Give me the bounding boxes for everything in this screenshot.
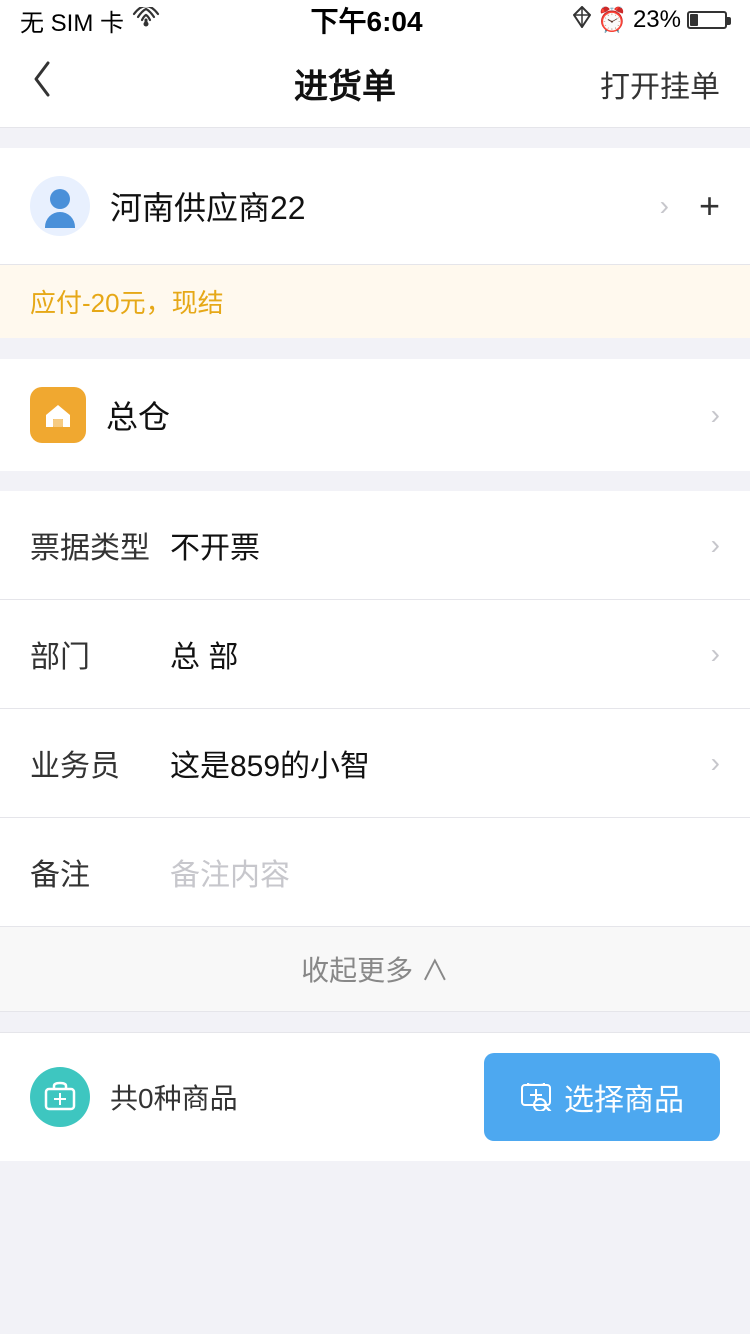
supplier-row[interactable]: 河南供应商22 › + [0, 148, 750, 265]
section-divider-2 [0, 339, 750, 359]
status-time: 下午6:04 [311, 0, 423, 40]
product-icon-wrap [30, 1067, 90, 1127]
bottom-bar: 共0种商品 选择商品 [0, 1032, 750, 1161]
location-icon [573, 6, 591, 35]
battery-percent: 23% [633, 6, 681, 34]
carrier-label: 无 SIM 卡 [20, 3, 124, 38]
avatar-person-icon [43, 189, 77, 223]
collapse-bar[interactable]: 收起更多 ∧ [0, 926, 750, 1012]
remark-label: 备注 [30, 850, 150, 894]
wifi-icon [132, 6, 160, 34]
page-title: 进货单 [294, 59, 396, 108]
nav-bar: 进货单 打开挂单 [0, 40, 750, 128]
select-product-button[interactable]: 选择商品 [484, 1053, 720, 1141]
status-bar: 无 SIM 卡 下午6:04 ⏰ 23% [0, 0, 750, 40]
section-divider-4 [0, 1012, 750, 1032]
collapse-label: 收起更多 ∧ [301, 955, 449, 986]
remark-row[interactable]: 备注 备注内容 [0, 818, 750, 926]
salesperson-chevron-icon: › [711, 747, 720, 779]
warehouse-icon [30, 387, 86, 443]
invoice-type-label: 票据类型 [30, 523, 150, 567]
battery-icon [687, 11, 730, 29]
open-pending-button[interactable]: 打开挂单 [600, 62, 720, 106]
warehouse-name: 总仓 [106, 392, 711, 438]
invoice-type-value: 不开票 [150, 523, 711, 567]
supplier-chevron-icon: › [660, 190, 669, 222]
department-chevron-icon: › [711, 638, 720, 670]
add-supplier-button[interactable]: + [699, 185, 720, 227]
product-count-label: 共0种商品 [110, 1077, 464, 1117]
form-section: 票据类型 不开票 › 部门 总 部 › 业务员 这是859的小智 › 备注 备注… [0, 491, 750, 926]
supplier-avatar [30, 176, 90, 236]
status-left: 无 SIM 卡 [20, 3, 160, 38]
salesperson-value: 这是859的小智 [150, 741, 711, 785]
invoice-type-chevron-icon: › [711, 529, 720, 561]
section-divider-3 [0, 471, 750, 491]
invoice-type-row[interactable]: 票据类型 不开票 › [0, 491, 750, 600]
remark-input[interactable]: 备注内容 [150, 850, 720, 894]
warehouse-chevron-icon: › [711, 399, 720, 431]
section-divider-1 [0, 128, 750, 148]
supplier-name: 河南供应商22 [110, 183, 660, 229]
supplier-section: 河南供应商22 › + 应付-20元，现结 [0, 148, 750, 339]
department-label: 部门 [30, 632, 150, 676]
department-row[interactable]: 部门 总 部 › [0, 600, 750, 709]
status-right: ⏰ 23% [573, 6, 730, 35]
salesperson-label: 业务员 [30, 741, 150, 785]
select-product-label: 选择商品 [564, 1075, 684, 1119]
supplier-notice: 应付-20元，现结 [0, 265, 750, 339]
department-value: 总 部 [150, 632, 711, 676]
back-button[interactable] [30, 59, 90, 108]
salesperson-row[interactable]: 业务员 这是859的小智 › [0, 709, 750, 818]
alarm-icon: ⏰ [597, 6, 627, 35]
warehouse-row[interactable]: 总仓 › [0, 359, 750, 471]
